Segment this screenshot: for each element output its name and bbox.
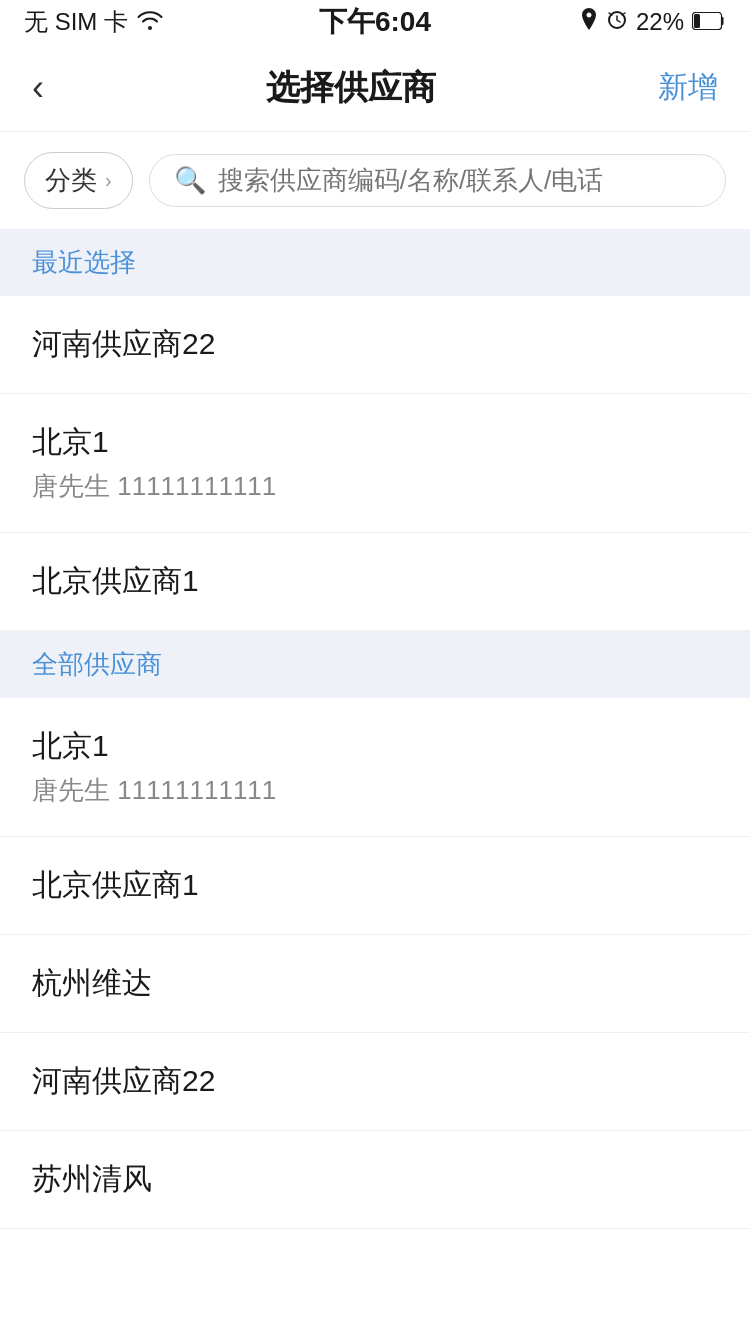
add-button[interactable]: 新增 bbox=[658, 67, 718, 108]
all-list-item[interactable]: 北京供应商1 bbox=[0, 837, 750, 935]
search-area: 分类 › 🔍 bbox=[0, 132, 750, 229]
category-button[interactable]: 分类 › bbox=[24, 152, 133, 209]
item-name: 北京供应商1 bbox=[32, 865, 718, 906]
recent-section-header: 最近选择 bbox=[0, 229, 750, 296]
status-left: 无 SIM 卡 bbox=[24, 6, 164, 38]
page-title: 选择供应商 bbox=[266, 65, 436, 111]
item-name: 河南供应商22 bbox=[32, 324, 718, 365]
all-section-label: 全部供应商 bbox=[32, 649, 162, 679]
item-name: 北京1 bbox=[32, 726, 718, 767]
item-name: 苏州清风 bbox=[32, 1159, 718, 1200]
item-name: 河南供应商22 bbox=[32, 1061, 718, 1102]
all-list-item[interactable]: 杭州维达 bbox=[0, 935, 750, 1033]
recent-list-item[interactable]: 北京供应商1 bbox=[0, 533, 750, 631]
item-name: 北京1 bbox=[32, 422, 718, 463]
status-right: 22% bbox=[580, 8, 726, 36]
wifi-icon bbox=[136, 8, 164, 36]
location-icon bbox=[580, 8, 598, 36]
recent-list-item[interactable]: 北京1 唐先生 11111111111 bbox=[0, 394, 750, 533]
svg-rect-2 bbox=[694, 14, 700, 28]
all-list-item[interactable]: 北京1 唐先生 11111111111 bbox=[0, 698, 750, 837]
item-sub: 唐先生 11111111111 bbox=[32, 773, 718, 808]
all-list-item[interactable]: 苏州清风 bbox=[0, 1131, 750, 1229]
status-time: 下午6:04 bbox=[319, 3, 431, 41]
back-button[interactable]: ‹ bbox=[32, 67, 44, 109]
category-label: 分类 bbox=[45, 163, 97, 198]
search-box[interactable]: 🔍 bbox=[149, 154, 726, 207]
item-name: 杭州维达 bbox=[32, 963, 718, 1004]
recent-items-list: 河南供应商22 北京1 唐先生 11111111111 北京供应商1 bbox=[0, 296, 750, 631]
recent-list-item[interactable]: 河南供应商22 bbox=[0, 296, 750, 394]
nav-bar: ‹ 选择供应商 新增 bbox=[0, 44, 750, 132]
recent-section-label: 最近选择 bbox=[32, 247, 136, 277]
all-section-header: 全部供应商 bbox=[0, 631, 750, 698]
battery-text: 22% bbox=[636, 8, 684, 36]
no-sim-text: 无 SIM 卡 bbox=[24, 6, 128, 38]
alarm-icon bbox=[606, 8, 628, 36]
item-name: 北京供应商1 bbox=[32, 561, 718, 602]
item-sub: 唐先生 11111111111 bbox=[32, 469, 718, 504]
battery-icon bbox=[692, 8, 726, 36]
search-icon: 🔍 bbox=[174, 165, 206, 196]
search-input[interactable] bbox=[218, 165, 701, 196]
all-items-list: 北京1 唐先生 11111111111 北京供应商1 杭州维达河南供应商22 苏州清风 bbox=[0, 698, 750, 1229]
chevron-right-icon: › bbox=[105, 169, 112, 192]
status-bar: 无 SIM 卡 下午6:04 22% bbox=[0, 0, 750, 44]
all-list-item[interactable]: 河南供应商22 bbox=[0, 1033, 750, 1131]
